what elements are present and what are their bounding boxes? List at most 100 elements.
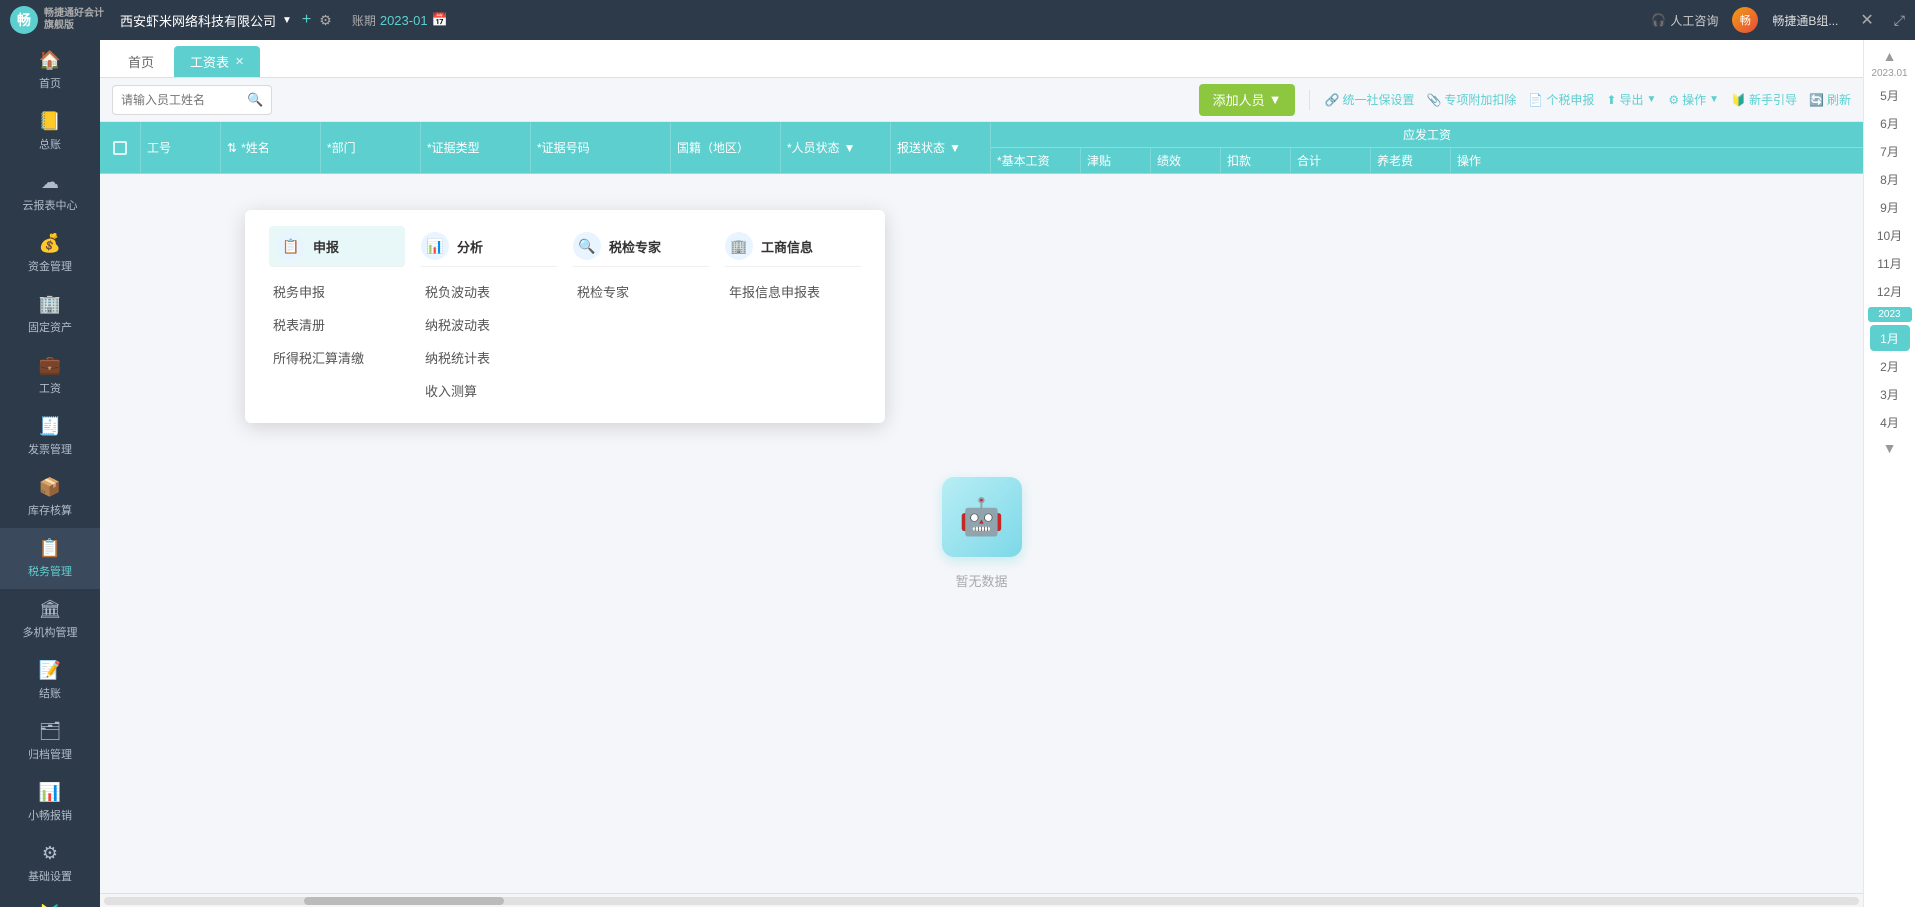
sidebar-item-settings[interactable]: ⚙ 基础设置	[0, 833, 100, 894]
sidebar-item-ledger[interactable]: 📒 总账	[0, 101, 100, 162]
social-insurance-btn[interactable]: 🔗 统一社保设置	[1324, 91, 1414, 108]
dropdown-item-tax-fluctuation[interactable]: 纳税波动表	[421, 308, 557, 341]
sidebar-item-settle[interactable]: 📝 结账	[0, 650, 100, 711]
sidebar-item-asset[interactable]: 🏢 固定资产	[0, 284, 100, 345]
th-base: *基本工资	[991, 148, 1081, 173]
sidebar-item-archive[interactable]: 🗂 归档管理	[0, 711, 100, 772]
company-selector[interactable]: 西安虾米网络科技有限公司 ▼ + ⚙	[120, 11, 332, 30]
cal-prev-btn[interactable]: ▲	[1876, 45, 1904, 67]
add-person-button[interactable]: 添加人员 ▼	[1199, 84, 1296, 116]
cal-month-9[interactable]: 9月	[1870, 194, 1910, 220]
cal-month-5[interactable]: 5月	[1870, 82, 1910, 108]
th-cert-no: *证据号码	[530, 122, 670, 173]
add-company-icon[interactable]: +	[302, 11, 311, 29]
sidebar-label-salary: 工资	[39, 380, 61, 396]
sidebar-item-invoice[interactable]: 🧾 发票管理	[0, 406, 100, 467]
dropdown-item-taxexpert[interactable]: 税检专家	[573, 275, 709, 308]
dropdown-grid: 📋 申报 税务申报 税表清册 所得税汇算清缴 📊 分析 税负波动表 纳税波动表 …	[261, 226, 869, 407]
tab-salary-table[interactable]: 工资表 ✕	[174, 46, 260, 77]
search-box[interactable]: 🔍	[112, 85, 272, 115]
calendar-icon[interactable]: 📅	[432, 12, 448, 28]
scrollbar-track[interactable]	[104, 897, 1859, 905]
analysis-icon: 📊	[421, 232, 449, 260]
cal-month-2[interactable]: 2月	[1870, 353, 1910, 379]
close-icon[interactable]: ✕	[1860, 10, 1873, 30]
th-pension: 养老费	[1371, 148, 1451, 173]
cal-month-11[interactable]: 11月	[1870, 250, 1910, 276]
th-status[interactable]: *人员状态 ▼	[780, 122, 890, 173]
operate-btn[interactable]: ⚙ 操作 ▼	[1668, 91, 1719, 108]
dropdown-item-tax-stats[interactable]: 纳税统计表	[421, 341, 557, 374]
cal-next-btn[interactable]: ▼	[1876, 437, 1904, 459]
sidebar-item-inventory[interactable]: 📦 库存核算	[0, 467, 100, 528]
cal-month-1[interactable]: 1月	[1870, 325, 1910, 351]
cal-month-10[interactable]: 10月	[1870, 222, 1910, 248]
analysis-label: 分析	[457, 237, 483, 256]
cal-month-7[interactable]: 7月	[1870, 138, 1910, 164]
period-value: 2023-01	[380, 13, 428, 28]
th-report-status[interactable]: 报送状态 ▼	[890, 122, 990, 173]
company-dropdown-icon[interactable]: ▼	[282, 15, 292, 26]
dropdown-header-business: 🏢 工商信息	[725, 226, 861, 267]
dropdown-item-annual-report[interactable]: 年报信息申报表	[725, 275, 861, 308]
special-deduct-btn[interactable]: 📎 专项附加扣除	[1426, 91, 1516, 108]
dropdown-item-income-calc[interactable]: 收入测算	[421, 374, 557, 407]
th-allowance: 津贴	[1081, 148, 1151, 173]
sidebar-item-guide[interactable]: 🔰 新手引导	[0, 894, 100, 907]
service-btn[interactable]: 🎧 人工咨询	[1651, 12, 1718, 29]
sidebar-item-tax[interactable]: 📋 税务管理	[0, 528, 100, 589]
declaration-label: 申报	[313, 237, 339, 256]
dropdown-item-tax-table[interactable]: 税表清册	[269, 308, 405, 341]
cal-month-8[interactable]: 8月	[1870, 166, 1910, 192]
sidebar-item-salary[interactable]: 💼 工资	[0, 345, 100, 406]
sidebar-item-cloud[interactable]: ☁ 云报表中心	[0, 162, 100, 223]
sidebar-item-fund[interactable]: 💰 资金管理	[0, 223, 100, 284]
period-label: 账期	[352, 12, 376, 29]
salary-icon: 💼	[39, 355, 61, 376]
toolbar-divider	[1309, 90, 1310, 110]
sidebar-item-report[interactable]: 📊 小畅报销	[0, 772, 100, 833]
dropdown-item-tax-declaration[interactable]: 税务申报	[269, 275, 405, 308]
operate-icon: ⚙	[1668, 93, 1679, 107]
cal-month-3[interactable]: 3月	[1870, 381, 1910, 407]
declaration-icon: 📋	[277, 232, 305, 260]
th-checkbox[interactable]	[100, 122, 140, 173]
logo-icon: 畅	[10, 6, 38, 34]
cal-month-6[interactable]: 6月	[1870, 110, 1910, 136]
scroll-bottom	[100, 893, 1863, 907]
dropdown-item-tax-burden[interactable]: 税负波动表	[421, 275, 557, 308]
scrollbar-thumb[interactable]	[304, 897, 504, 905]
tax-report-btn[interactable]: 📄 个税申报	[1528, 91, 1594, 108]
sidebar-label-ledger: 总账	[39, 136, 61, 152]
th-cert-type: *证据类型	[420, 122, 530, 173]
refresh-btn[interactable]: 🔄 刷新	[1809, 91, 1851, 108]
sidebar-item-multi[interactable]: 🏛 多机构管理	[0, 589, 100, 650]
sidebar-item-home[interactable]: 🏠 首页	[0, 40, 100, 101]
cal-month-4[interactable]: 4月	[1870, 409, 1910, 435]
search-icon[interactable]: 🔍	[247, 92, 263, 108]
dropdown-col-business: 🏢 工商信息 年报信息申报表	[717, 226, 869, 407]
cal-month-12[interactable]: 12月	[1870, 278, 1910, 304]
search-input[interactable]	[121, 93, 241, 107]
top-bar: 畅 畅捷通好会计 旗舰版 西安虾米网络科技有限公司 ▼ + ⚙ 账期 2023-…	[0, 0, 1915, 40]
operate-chevron: ▼	[1709, 94, 1719, 105]
asset-icon: 🏢	[39, 294, 61, 315]
status-filter-icon[interactable]: ▼	[844, 141, 856, 155]
newbie-btn[interactable]: 🔰 新手引导	[1731, 91, 1797, 108]
sidebar-label-cloud: 云报表中心	[23, 197, 78, 213]
th-name[interactable]: ⇅*姓名	[220, 122, 320, 173]
cal-prev-year-label: 2023.01	[1871, 68, 1907, 79]
tab-close-icon[interactable]: ✕	[235, 55, 244, 68]
settings-icon[interactable]: ⚙	[319, 12, 332, 29]
avatar: 畅	[1732, 7, 1758, 33]
select-all-checkbox[interactable]	[113, 141, 127, 155]
dropdown-overlay: 📋 申报 税务申报 税表清册 所得税汇算清缴 📊 分析 税负波动表 纳税波动表 …	[245, 210, 885, 423]
sidebar-label-report: 小畅报销	[28, 807, 72, 823]
tab-home[interactable]: 首页	[112, 46, 170, 77]
dropdown-col-analysis: 📊 分析 税负波动表 纳税波动表 纳税统计表 收入测算	[413, 226, 565, 407]
export-btn[interactable]: ⬆ 导出 ▼	[1606, 91, 1656, 108]
app-name: 畅捷通好会计	[44, 8, 104, 20]
report-filter-icon[interactable]: ▼	[949, 141, 961, 155]
restore-icon[interactable]: ⤢	[1894, 12, 1905, 29]
dropdown-item-income-tax[interactable]: 所得税汇算清缴	[269, 341, 405, 374]
